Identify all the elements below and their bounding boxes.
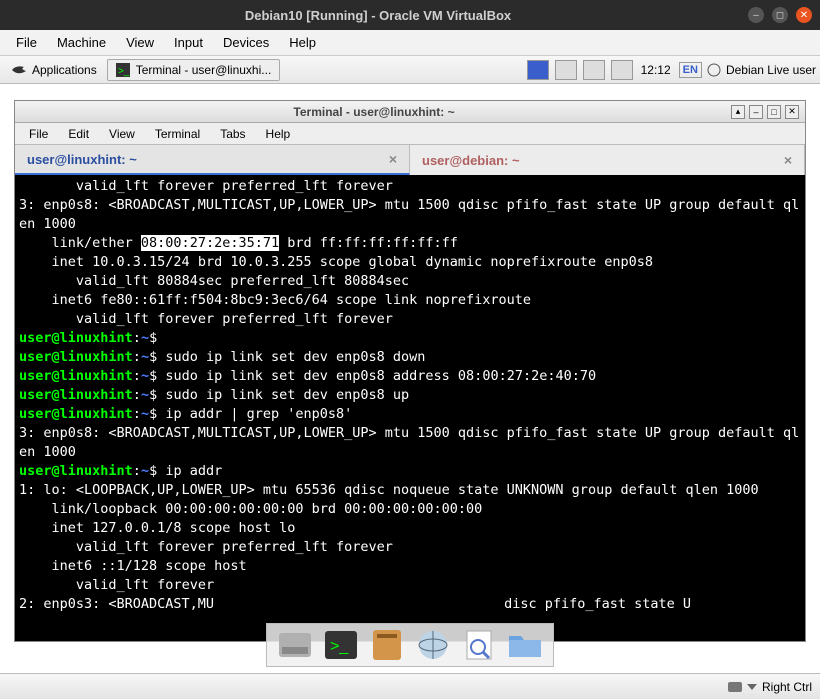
- menu-devices[interactable]: Devices: [213, 32, 279, 53]
- dock-search[interactable]: [461, 627, 497, 663]
- term-menu-tabs[interactable]: Tabs: [210, 125, 255, 143]
- term-menu-edit[interactable]: Edit: [58, 125, 99, 143]
- workspace-4[interactable]: [611, 60, 633, 80]
- desktop-panel: Applications >_ Terminal - user@linuxhi.…: [0, 56, 820, 84]
- terminal-shade-button[interactable]: ▴: [731, 105, 745, 119]
- workspace-2[interactable]: [555, 60, 577, 80]
- tab-linuxhint[interactable]: user@linuxhint: ~ ×: [15, 145, 410, 175]
- terminal-close-button[interactable]: ✕: [785, 105, 799, 119]
- terminal-tabs: user@linuxhint: ~ × user@debian: ~ ×: [15, 145, 805, 175]
- terminal-icon: >_: [116, 63, 130, 77]
- term-menu-view[interactable]: View: [99, 125, 145, 143]
- clock[interactable]: 12:12: [637, 63, 675, 77]
- taskbar-terminal-button[interactable]: >_ Terminal - user@linuxhi...: [107, 59, 281, 81]
- dock-show-desktop[interactable]: [277, 627, 313, 663]
- dock-folder[interactable]: [507, 627, 543, 663]
- svg-text:>_: >_: [330, 638, 349, 655]
- vbox-statusbar: Right Ctrl: [0, 673, 820, 699]
- term-menu-terminal[interactable]: Terminal: [145, 125, 210, 143]
- menu-input[interactable]: Input: [164, 32, 213, 53]
- debian-icon: [10, 63, 28, 77]
- term-menu-help[interactable]: Help: [256, 125, 301, 143]
- maximize-button[interactable]: ◻: [772, 7, 788, 23]
- menu-file[interactable]: File: [6, 32, 47, 53]
- vbox-titlebar: Debian10 [Running] - Oracle VM VirtualBo…: [0, 0, 820, 30]
- terminal-title: Terminal - user@linuxhint: ~: [21, 105, 727, 119]
- close-icon[interactable]: ×: [784, 152, 792, 168]
- arrow-down-icon: [746, 681, 758, 693]
- dock-browser[interactable]: [415, 627, 451, 663]
- terminal-menubar: File Edit View Terminal Tabs Help: [15, 123, 805, 145]
- menu-help[interactable]: Help: [279, 32, 326, 53]
- workspace-switcher[interactable]: [527, 60, 633, 80]
- minimize-button[interactable]: –: [748, 7, 764, 23]
- applications-menu[interactable]: Applications: [4, 61, 103, 79]
- menu-machine[interactable]: Machine: [47, 32, 116, 53]
- keyboard-icon: [728, 680, 742, 694]
- session-user[interactable]: Debian Live user: [726, 63, 816, 77]
- vbox-menubar: File Machine View Input Devices Help: [0, 30, 820, 56]
- keyboard-layout-indicator[interactable]: EN: [679, 62, 702, 78]
- terminal-window: Terminal - user@linuxhint: ~ ▴ – □ ✕ Fil…: [14, 100, 806, 642]
- dock: >_: [266, 623, 554, 667]
- host-key-indicator: Right Ctrl: [728, 680, 812, 694]
- terminal-maximize-button[interactable]: □: [767, 105, 781, 119]
- notification-icon[interactable]: [706, 62, 722, 78]
- close-button[interactable]: ✕: [796, 7, 812, 23]
- vbox-window-title: Debian10 [Running] - Oracle VM VirtualBo…: [8, 8, 748, 23]
- close-icon[interactable]: ×: [389, 151, 397, 167]
- menu-view[interactable]: View: [116, 32, 164, 53]
- dock-files[interactable]: [369, 627, 405, 663]
- dock-terminal[interactable]: >_: [323, 627, 359, 663]
- svg-text:>_: >_: [118, 66, 130, 77]
- terminal-titlebar[interactable]: Terminal - user@linuxhint: ~ ▴ – □ ✕: [15, 101, 805, 123]
- terminal-output[interactable]: valid_lft forever preferred_lft forever3…: [15, 175, 805, 641]
- terminal-minimize-button[interactable]: –: [749, 105, 763, 119]
- workspace-3[interactable]: [583, 60, 605, 80]
- term-menu-file[interactable]: File: [19, 125, 58, 143]
- workspace-1[interactable]: [527, 60, 549, 80]
- tab-debian[interactable]: user@debian: ~ ×: [410, 145, 805, 175]
